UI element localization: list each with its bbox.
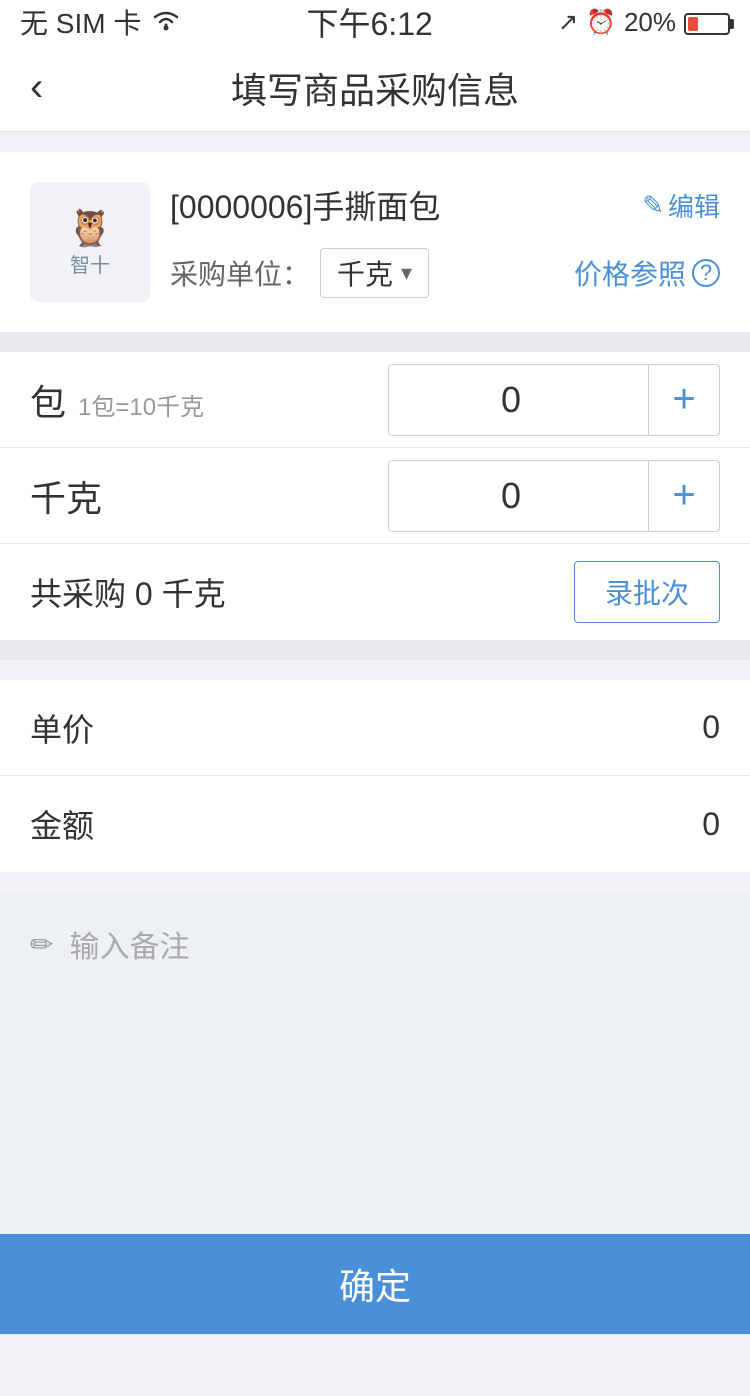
section-divider-1	[0, 332, 750, 352]
price-section: 单价 0 金额 0	[0, 680, 750, 872]
kg-label: 千克	[30, 470, 102, 522]
nav-bar: ‹ 填写商品采购信息	[0, 44, 750, 132]
status-right: ↗ ⏰ 20%	[558, 7, 730, 38]
wifi-icon	[151, 6, 181, 38]
amount-row: 金额 0	[0, 776, 750, 872]
kg-label-group: 千克	[30, 470, 190, 522]
status-time: 下午6:12	[307, 0, 433, 45]
product-info: [0000006]手撕面包 ✎ 编辑 采购单位： 千克 ▾ 价格参照 ?	[170, 182, 720, 298]
edit-label: 编辑	[668, 187, 720, 224]
bag-label-group: 包 1包=10千克	[30, 374, 204, 426]
bag-sub-label: 1包=10千克	[78, 387, 204, 422]
bag-label: 包	[30, 374, 66, 426]
bag-input-control: +	[204, 364, 720, 436]
confirm-button[interactable]: 确定	[339, 1258, 411, 1310]
edit-icon: ✎	[642, 190, 664, 221]
unit-price-label: 单价	[30, 705, 94, 751]
unit-value: 千克	[337, 253, 393, 293]
summary-text: 共采购 0 千克	[30, 569, 226, 615]
back-button[interactable]: ‹	[30, 65, 90, 110]
status-bar: 无 SIM 卡 下午6:12 ↗ ⏰ 20%	[0, 0, 750, 44]
main-content: 🦉 智十 [0000006]手撕面包 ✎ 编辑 采购单位： 千克 ▾	[0, 152, 750, 1396]
section-divider-2	[0, 640, 750, 660]
product-name-row: [0000006]手撕面包 ✎ 编辑	[170, 182, 720, 228]
bag-number-input[interactable]	[388, 364, 648, 436]
location-icon: ↗	[558, 8, 578, 37]
brand-text: 智十	[70, 249, 110, 278]
dropdown-icon: ▾	[401, 260, 412, 286]
kg-number-input[interactable]	[388, 460, 648, 532]
alarm-icon: ⏰	[586, 8, 616, 37]
unit-select[interactable]: 千克 ▾	[320, 248, 429, 298]
logo-icon: 🦉	[68, 207, 113, 249]
product-image: 🦉 智十	[30, 182, 150, 302]
note-placeholder: 输入备注	[69, 922, 189, 966]
batch-button[interactable]: 录批次	[574, 561, 720, 623]
kg-input-control: +	[190, 460, 720, 532]
note-icon: ✏	[30, 928, 53, 961]
unit-row: 采购单位： 千克 ▾ 价格参照 ?	[170, 248, 720, 298]
unit-price-value: 0	[702, 709, 720, 746]
amount-value: 0	[702, 806, 720, 843]
product-name: [0000006]手撕面包	[170, 182, 440, 228]
kg-plus-button[interactable]: +	[648, 460, 720, 532]
kg-input-row: 千克 +	[0, 448, 750, 544]
unit-label: 采购单位：	[170, 253, 310, 293]
confirm-bar[interactable]: 确定	[0, 1234, 750, 1334]
price-ref-label: 价格参照	[574, 253, 686, 293]
summary-row: 共采购 0 千克 录批次	[0, 544, 750, 640]
bag-plus-button[interactable]: +	[648, 364, 720, 436]
product-card: 🦉 智十 [0000006]手撕面包 ✎ 编辑 采购单位： 千克 ▾	[0, 152, 750, 332]
amount-label: 金额	[30, 801, 94, 847]
battery-icon	[684, 7, 730, 38]
sim-label: 无 SIM 卡	[20, 2, 141, 42]
battery-percent: 20%	[624, 7, 676, 38]
note-section[interactable]: ✏ 输入备注	[0, 892, 750, 996]
page-title: 填写商品采购信息	[231, 62, 519, 114]
edit-button[interactable]: ✎ 编辑	[642, 187, 720, 224]
status-left: 无 SIM 卡	[20, 2, 181, 42]
input-section: 包 1包=10千克 + 千克 +	[0, 352, 750, 544]
bag-input-row: 包 1包=10千克 +	[0, 352, 750, 448]
price-ref-help-icon: ?	[692, 259, 720, 287]
price-ref-button[interactable]: 价格参照 ?	[574, 253, 720, 293]
unit-price-row: 单价 0	[0, 680, 750, 776]
